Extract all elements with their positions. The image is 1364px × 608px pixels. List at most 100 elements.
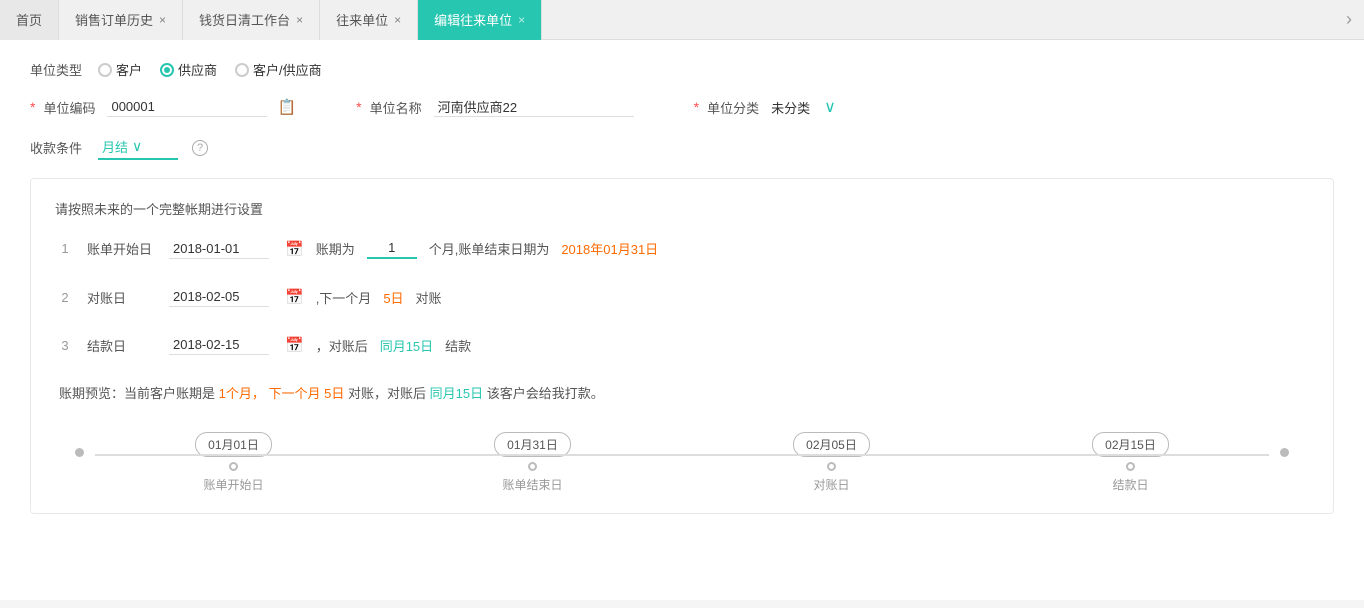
timeline-start [75, 432, 84, 457]
row-1-label: 账单开始日 [87, 239, 157, 258]
row-2-highlight-day: 5日 [383, 288, 403, 307]
row-3-desc-prefix: ，对账后 [316, 336, 368, 355]
tab-cash-workbench-close[interactable]: × [296, 13, 303, 27]
timeline-points: 01月01日 账单开始日 01月31日 账单结束日 02月05日 对账 [84, 432, 1280, 493]
row-2-desc-prefix: ,下一个月 [316, 288, 372, 307]
unit-name-input[interactable] [434, 97, 634, 117]
preview-payment-day: 同月15日 [430, 386, 483, 401]
timeline-point-2: 01月31日 账单结束日 [494, 432, 571, 493]
payment-condition-label: 收款条件 [30, 138, 82, 157]
tab-edit-partner[interactable]: 编辑往来单位 × [418, 0, 542, 40]
radio-both-circle [235, 63, 249, 77]
row-1-desc-suffix: 个月,账单结束日期为 [429, 239, 550, 258]
tab-sales-history[interactable]: 销售订单历史 × [59, 0, 183, 40]
radio-supplier-dot [164, 67, 170, 73]
row-2-calendar-icon[interactable]: 📅 [285, 288, 304, 306]
unit-category-dropdown-icon[interactable]: ∨ [824, 97, 836, 117]
timeline-end-dot [1280, 448, 1289, 457]
radio-both[interactable]: 客户/供应商 [235, 60, 322, 79]
radio-supplier-circle [160, 63, 174, 77]
radio-customer-circle [98, 63, 112, 77]
radio-customer[interactable]: 客户 [98, 60, 142, 79]
unit-category-value: 未分类 [771, 98, 810, 117]
unit-category-label: 单位分类 [707, 98, 759, 117]
row-3-desc-suffix: 结款 [445, 336, 471, 355]
row-3-num: 3 [55, 338, 75, 353]
timeline-dot-3 [827, 462, 836, 471]
radio-customer-label: 客户 [116, 60, 142, 79]
payment-condition-row: 收款条件 月结 ∨ ? [30, 135, 1334, 160]
unit-details-row: * 单位编码 📋 * 单位名称 * 单位分类 未分类 ∨ [30, 97, 1334, 117]
row-3-label: 结款日 [87, 336, 157, 355]
tab-edit-partner-label: 编辑往来单位 [434, 10, 512, 29]
unit-type-row: 单位类型 客户 供应商 客户/供应商 [30, 60, 1334, 79]
row-2-desc-suffix: 对账 [416, 288, 442, 307]
preview-reconcile-day: 5日 [324, 386, 344, 401]
preview-text: 账期预览：当前客户账期是 1个月， 下一个月 5日 对账，对账后 同月15日 该… [55, 383, 1309, 402]
data-row-2: 2 对账日 2018-02-05 📅 ,下一个月 5日 对账 [55, 287, 1309, 307]
row-2-date: 2018-02-05 [169, 287, 269, 307]
tab-bar: 首页 销售订单历史 × 钱货日清工作台 × 往来单位 × 编辑往来单位 × › [0, 0, 1364, 40]
preview-reconcile-prefix: 下一个月 [269, 386, 321, 401]
timeline-label-3: 对账日 [813, 476, 849, 493]
tab-home-label: 首页 [16, 10, 42, 29]
tab-partner-units-label: 往来单位 [336, 10, 388, 29]
unit-category-group: * 单位分类 未分类 ∨ [694, 97, 836, 117]
row-3-calendar-icon[interactable]: 📅 [285, 336, 304, 354]
unit-code-label: 单位编码 [43, 98, 95, 117]
timeline-dot-2 [528, 462, 537, 471]
unit-name-label: 单位名称 [370, 98, 422, 117]
unit-type-radio-group: 客户 供应商 客户/供应商 [98, 60, 322, 79]
timeline-start-dot [75, 448, 84, 457]
tab-home[interactable]: 首页 [0, 0, 59, 40]
tab-partner-units-close[interactable]: × [394, 13, 401, 27]
tab-sales-history-label: 销售订单历史 [75, 10, 153, 29]
tab-edit-partner-close[interactable]: × [518, 13, 525, 27]
tab-sales-history-close[interactable]: × [159, 13, 166, 27]
settings-card: 请按照未来的一个完整帐期进行设置 1 账单开始日 2018-01-01 📅 账期… [30, 178, 1334, 514]
data-row-1: 1 账单开始日 2018-01-01 📅 账期为 个月,账单结束日期为 2018… [55, 238, 1309, 259]
timeline-label-1: 账单开始日 [203, 476, 263, 493]
tab-partner-units[interactable]: 往来单位 × [320, 0, 418, 40]
unit-code-calendar-icon[interactable]: 📋 [277, 98, 296, 116]
unit-type-label: 单位类型 [30, 60, 82, 79]
payment-dropdown-chevron: ∨ [132, 138, 142, 155]
timeline-label-2: 账单结束日 [502, 476, 562, 493]
timeline-end [1280, 432, 1289, 457]
row-1-date: 2018-01-01 [169, 239, 269, 259]
unit-name-group: * 单位名称 [356, 97, 633, 117]
timeline-point-4: 02月15日 结款日 [1092, 432, 1169, 493]
radio-supplier-label: 供应商 [178, 60, 217, 79]
payment-condition-dropdown[interactable]: 月结 ∨ [98, 135, 178, 160]
preview-label: 账期预览：当前客户账期是 [59, 386, 215, 401]
payment-condition-value: 月结 [102, 137, 128, 156]
preview-period: 1个月， [219, 386, 265, 401]
timeline-dot-4 [1126, 462, 1135, 471]
data-row-3: 3 结款日 2018-02-15 📅 ，对账后 同月15日 结款 [55, 335, 1309, 355]
main-content: 单位类型 客户 供应商 客户/供应商 * 单位编码 📋 [0, 40, 1364, 600]
timeline-point-1: 01月01日 账单开始日 [195, 432, 272, 493]
payment-help-icon[interactable]: ? [192, 140, 208, 156]
row-1-highlight-date: 2018年01月31日 [561, 239, 658, 258]
row-1-calendar-icon[interactable]: 📅 [285, 240, 304, 258]
row-1-num: 1 [55, 241, 75, 256]
preview-reconcile-suffix: 对账，对账后 [348, 386, 426, 401]
tab-cash-workbench-label: 钱货日清工作台 [199, 10, 290, 29]
unit-category-star: * [694, 99, 699, 115]
row-3-date: 2018-02-15 [169, 335, 269, 355]
row-2-label: 对账日 [87, 288, 157, 307]
timeline-dot-1 [229, 462, 238, 471]
tab-more-button[interactable]: › [1334, 9, 1364, 30]
row-1-desc-prefix: 账期为 [316, 239, 355, 258]
tab-cash-workbench[interactable]: 钱货日清工作台 × [183, 0, 320, 40]
unit-code-group: * 单位编码 📋 [30, 97, 296, 117]
radio-supplier[interactable]: 供应商 [160, 60, 217, 79]
period-input[interactable] [367, 238, 417, 259]
unit-code-input[interactable] [107, 97, 267, 117]
timeline-point-3: 02月05日 对账日 [793, 432, 870, 493]
card-instruction: 请按照未来的一个完整帐期进行设置 [55, 199, 1309, 218]
unit-code-star: * [30, 99, 35, 115]
timeline-container: 01月01日 账单开始日 01月31日 账单结束日 02月05日 对账 [55, 432, 1309, 493]
unit-name-star: * [356, 99, 361, 115]
timeline-line [95, 454, 1269, 456]
